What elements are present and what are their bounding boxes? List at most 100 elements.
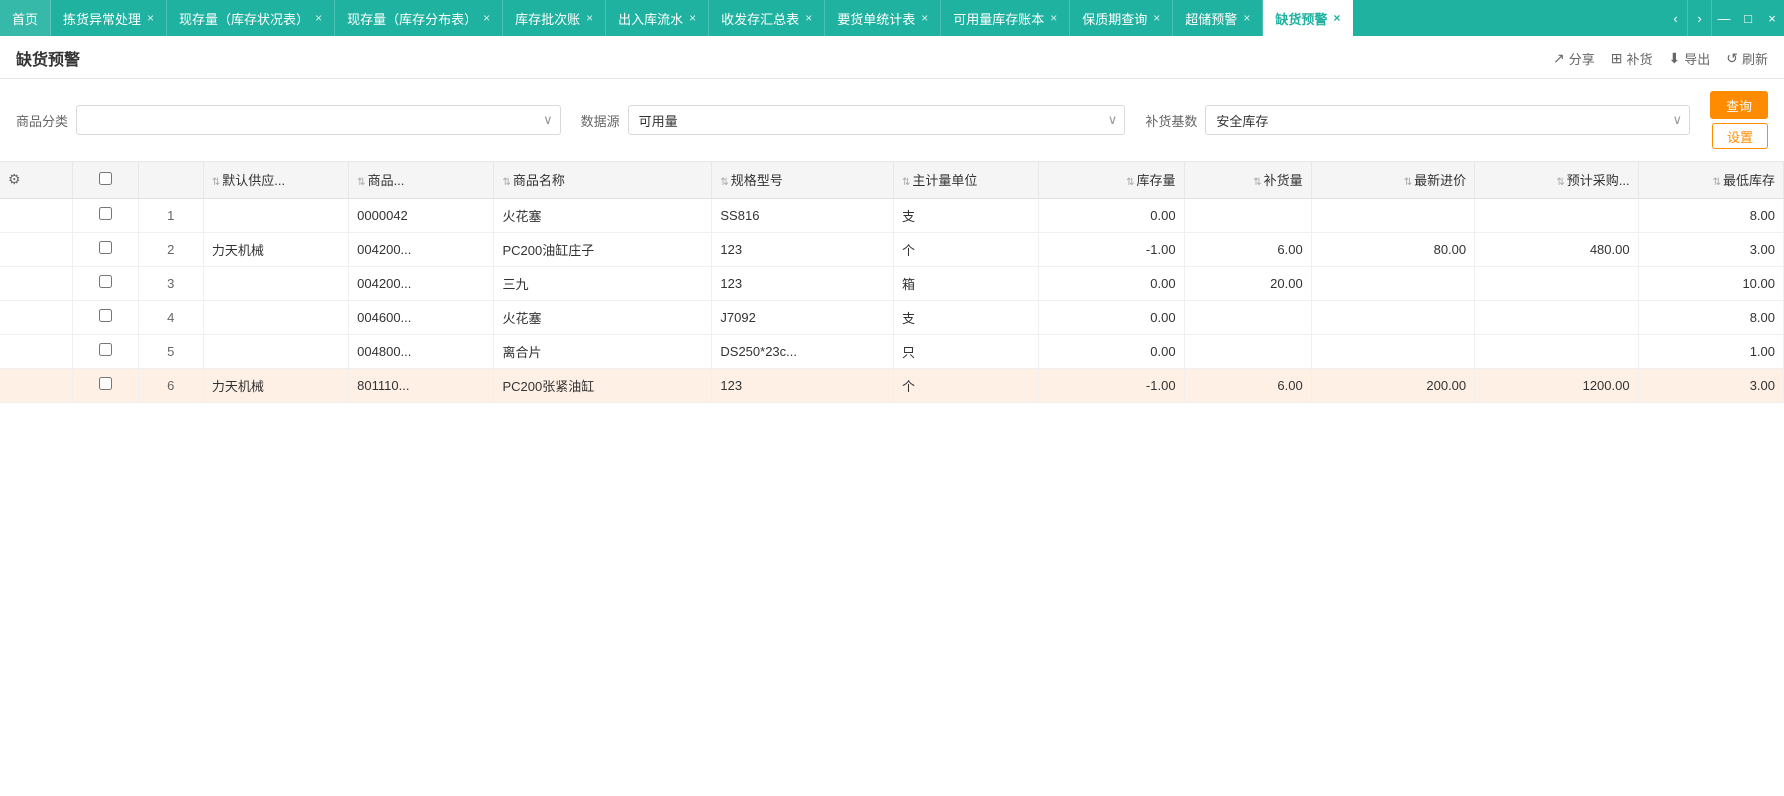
table-row: 4 004600... 火花塞 J7092 支 0.00 8.00 [0,300,1784,334]
row-no-1: 2 [138,232,203,266]
tab-batch[interactable]: 库存批次账× [503,0,606,36]
row-checkbox-2[interactable] [99,275,112,288]
tab-label-shortage: 缺货预警 [1275,9,1327,28]
row-replenish-0 [1184,198,1311,232]
row-supplier-0 [203,198,348,232]
refresh-btn[interactable]: ↺ 刷新 [1726,49,1768,68]
column-settings-icon[interactable]: ⚙ [8,171,21,187]
tab-close-batch[interactable]: × [586,12,593,24]
tab-next-btn[interactable]: › [1688,0,1712,36]
row-cb-cell-5 [73,368,138,402]
tab-close-available[interactable]: × [1050,12,1057,24]
tab-close-overstock[interactable]: × [1243,12,1250,24]
replenish-base-select-wrapper: 安全库存 ∨ [1205,105,1690,135]
tab-expiry[interactable]: 保质期查询× [1070,0,1173,36]
th-stock[interactable]: ⇅库存量 [1039,162,1184,198]
tab-stock-status[interactable]: 现存量（库存状况表） × [167,0,335,36]
header-actions: ↗ 分享 ⊞ 补货 ⬇ 导出 ↺ 刷新 [1553,49,1768,68]
query-button[interactable]: 查询 [1710,91,1768,119]
sort-latest-price-icon: ⇅ [1404,177,1412,188]
row-unit-4: 只 [894,334,1039,368]
th-min-stock[interactable]: ⇅最低库存 [1638,162,1783,198]
row-min-stock-0: 8.00 [1638,198,1783,232]
row-stock-5: -1.00 [1039,368,1184,402]
replenish-base-select[interactable]: 安全库存 [1205,105,1690,135]
row-cb-cell-0 [73,198,138,232]
replenish-base-label: 补货基数 [1145,111,1197,130]
tab-label-available: 可用量库存账本 [953,9,1044,28]
tab-close-abnormal[interactable]: × [147,12,154,24]
sort-name-icon: ⇅ [502,177,510,188]
tab-label-home: 首页 [12,9,38,28]
export-btn[interactable]: ⬇ 导出 [1669,49,1711,68]
tab-close-collection[interactable]: × [805,12,812,24]
row-no-4: 5 [138,334,203,368]
row-min-stock-1: 3.00 [1638,232,1783,266]
tab-collection[interactable]: 收发存汇总表× [709,0,825,36]
row-no-2: 3 [138,266,203,300]
select-all-checkbox[interactable] [99,172,112,185]
tab-prev-btn[interactable]: ‹ [1664,0,1688,36]
tab-available[interactable]: 可用量库存账本 × [941,0,1070,36]
th-name[interactable]: ⇅商品名称 [494,162,712,198]
th-checkbox [73,162,138,198]
row-checkbox-1[interactable] [99,241,112,254]
row-min-stock-2: 10.00 [1638,266,1783,300]
row-gear-2 [0,266,73,300]
row-code-0: 0000042 [349,198,494,232]
th-spec[interactable]: ⇅规格型号 [712,162,894,198]
row-replenish-1: 6.00 [1184,232,1311,266]
row-checkbox-4[interactable] [99,343,112,356]
tab-close-stock-dist[interactable]: × [483,12,490,24]
tab-home[interactable]: 首页 [0,0,51,36]
tab-stock-dist[interactable]: 现存量（库存分布表）× [335,0,503,36]
th-supplier[interactable]: ⇅默认供应... [203,162,348,198]
minimize-btn[interactable]: — [1712,0,1736,36]
table-row: 2 力天机械 004200... PC200油缸庄子 123 个 -1.00 6… [0,232,1784,266]
row-gear-5 [0,368,73,402]
row-checkbox-0[interactable] [99,207,112,220]
tab-order-stats[interactable]: 要货单统计表× [825,0,941,36]
tab-shortage[interactable]: 缺货预警 × [1263,0,1353,36]
row-latest-price-3 [1311,300,1474,334]
datasource-select[interactable]: 可用量 [628,105,1126,135]
row-supplier-5: 力天机械 [203,368,348,402]
replenish-icon: ⊞ [1611,50,1623,67]
tab-label-stock-status: 现存量（库存状况表） [179,9,309,28]
tab-close-expiry[interactable]: × [1153,12,1160,24]
th-gear: ⚙ [0,162,73,198]
tab-abnormal[interactable]: 拣货异常处理× [51,0,167,36]
tab-close-inout-flow[interactable]: × [689,12,696,24]
row-supplier-2 [203,266,348,300]
row-gear-1 [0,232,73,266]
th-unit[interactable]: ⇅主计量单位 [894,162,1039,198]
row-cb-cell-2 [73,266,138,300]
tab-close-stock-status[interactable]: × [315,12,322,24]
replenish-btn[interactable]: ⊞ 补货 [1611,49,1653,68]
th-latest-price[interactable]: ⇅最新进价 [1311,162,1474,198]
category-select[interactable] [76,105,561,135]
settings-button[interactable]: 设置 [1712,123,1768,149]
th-no [138,162,203,198]
tab-inout-flow[interactable]: 出入库流水× [606,0,709,36]
row-code-2: 004200... [349,266,494,300]
share-btn[interactable]: ↗ 分享 [1553,49,1595,68]
maximize-btn[interactable]: □ [1736,0,1760,36]
page-container: 缺货预警 ↗ 分享 ⊞ 补货 ⬇ 导出 ↺ 刷新 商品分类 [0,36,1784,796]
row-checkbox-5[interactable] [99,377,112,390]
row-spec-5: 123 [712,368,894,402]
tab-close-shortage[interactable]: × [1333,12,1340,24]
row-checkbox-3[interactable] [99,309,112,322]
close-btn[interactable]: × [1760,0,1784,36]
row-supplier-4 [203,334,348,368]
sort-unit-icon: ⇅ [902,177,910,188]
tab-close-order-stats[interactable]: × [921,12,928,24]
table-container: ⚙ ⇅默认供应... ⇅商品... ⇅商品名称 [0,162,1784,796]
datasource-filter-group: 数据源 可用量 ∨ [581,105,1126,135]
th-code[interactable]: ⇅商品... [349,162,494,198]
tab-overstock[interactable]: 超储预警× [1173,0,1263,36]
th-replenish[interactable]: ⇅补货量 [1184,162,1311,198]
th-est-purchase[interactable]: ⇅预计采购... [1475,162,1638,198]
row-unit-5: 个 [894,368,1039,402]
row-spec-4: DS250*23c... [712,334,894,368]
